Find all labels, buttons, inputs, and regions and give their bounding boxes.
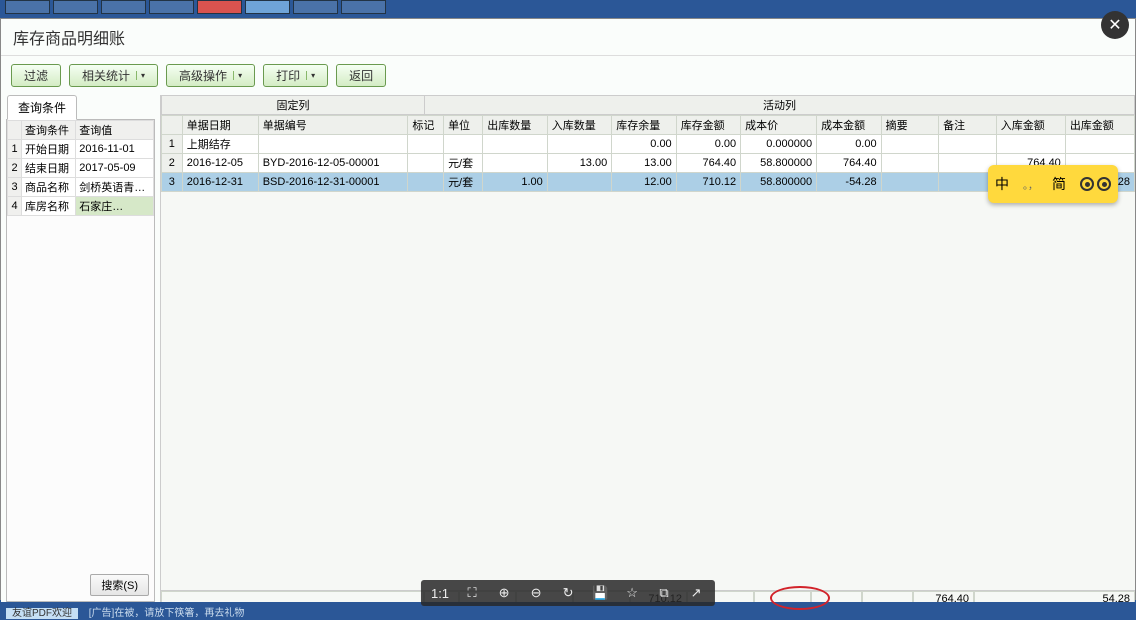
ime-floating-widget[interactable]: 中 。， 简	[988, 165, 1118, 203]
favorite-icon[interactable]: ☆	[623, 584, 641, 602]
window-title: 库存商品明细账	[1, 19, 1135, 56]
pdf-app-button[interactable]: 友谊PDF欢迎	[6, 608, 78, 619]
table-row[interactable]: 1 上期结存 0.00 0.00 0.000000 0.00	[162, 135, 1135, 154]
zoom-in-icon[interactable]: ⊕	[495, 584, 513, 602]
col-group-fixed: 固定列	[161, 95, 424, 115]
save-icon[interactable]: 💾	[591, 584, 609, 602]
image-viewer-toolbar[interactable]: 1:1 ⛶ ⊕ ⊖ ↻ 💾 ☆ ⧉ ↗	[421, 580, 715, 606]
ime-lang: 中	[995, 174, 1009, 194]
close-button[interactable]: ✕	[1101, 11, 1129, 39]
fullscreen-icon[interactable]: ⛶	[463, 584, 481, 602]
close-icon: ✕	[1108, 15, 1121, 35]
search-button[interactable]: 搜索(S)	[90, 574, 149, 596]
col-group-active: 活动列	[424, 95, 1135, 115]
filter-button[interactable]: 过滤	[11, 64, 61, 87]
cond-row[interactable]: 2 结束日期 2017-05-09	[8, 159, 154, 178]
ime-punct: 。，	[1023, 177, 1038, 192]
sidebar: 查询条件 查询条件 查询值 1 开始日期 2016-11-01	[1, 95, 161, 607]
col-val: 查询值	[76, 121, 154, 140]
advanced-button[interactable]: 高级操作▾	[166, 64, 255, 87]
os-taskbar-top	[0, 0, 1136, 18]
stats-button[interactable]: 相关统计▾	[69, 64, 158, 87]
dropdown-icon: ▾	[233, 71, 242, 80]
print-button[interactable]: 打印▾	[263, 64, 328, 87]
zoom-ratio: 1:1	[431, 586, 449, 601]
sidebar-tab[interactable]: 查询条件	[7, 95, 77, 120]
cond-row[interactable]: 3 商品名称 剑桥英语青…	[8, 178, 154, 197]
dropdown-icon: ▾	[136, 71, 145, 80]
query-conditions-grid: 查询条件 查询值 1 开始日期 2016-11-01 2 结束日期 2017-0…	[7, 120, 154, 216]
ime-mode: 简	[1052, 174, 1066, 194]
return-button[interactable]: 返回	[336, 64, 386, 87]
rotate-icon[interactable]: ↻	[559, 584, 577, 602]
share-icon[interactable]: ↗	[687, 584, 705, 602]
zoom-out-icon[interactable]: ⊖	[527, 584, 545, 602]
toolbar: 过滤 相关统计▾ 高级操作▾ 打印▾ 返回	[1, 56, 1135, 95]
minion-eyes-icon	[1080, 177, 1111, 191]
app-window: ✕ 库存商品明细账 过滤 相关统计▾ 高级操作▾ 打印▾ 返回 查询条件 查询条…	[0, 18, 1136, 600]
dropdown-icon: ▾	[306, 71, 315, 80]
copy-icon[interactable]: ⧉	[655, 584, 673, 602]
col-cond: 查询条件	[22, 121, 76, 140]
cond-row[interactable]: 1 开始日期 2016-11-01	[8, 140, 154, 159]
cond-row[interactable]: 4 库房名称 石家庄…	[8, 197, 154, 216]
